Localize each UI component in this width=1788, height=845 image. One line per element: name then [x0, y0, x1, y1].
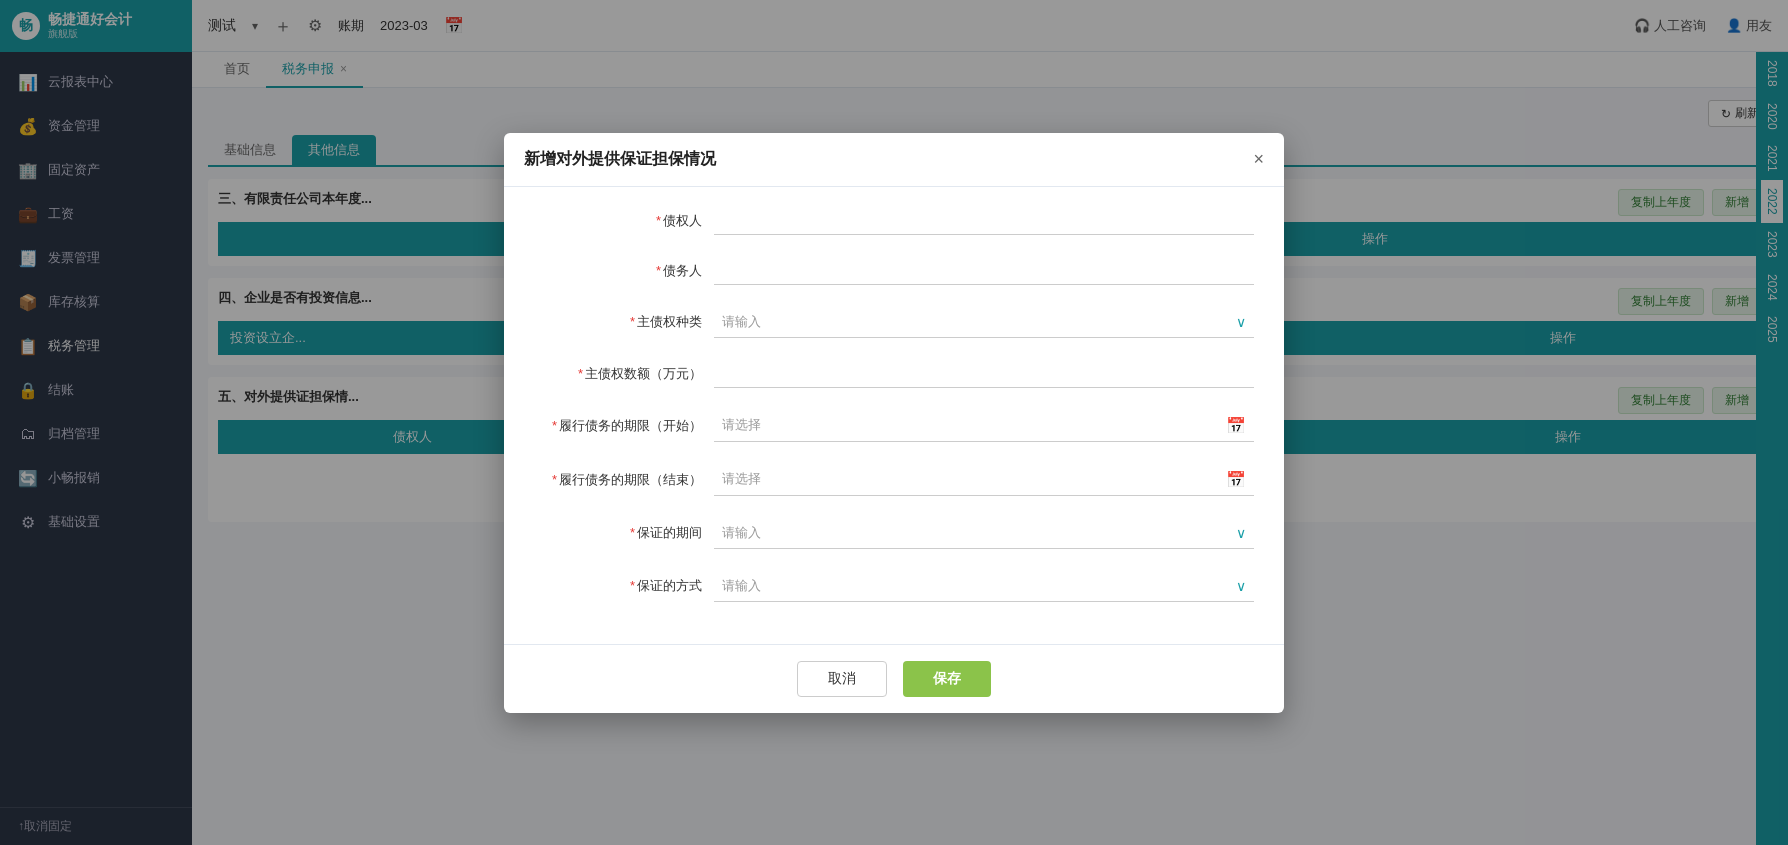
required-mark-period-end: * [552, 472, 557, 487]
required-mark-debtor: * [656, 263, 661, 278]
form-row-period-start: *履行债务的期限（开始） 请选择 📅 [534, 410, 1254, 442]
dialog-close-button[interactable]: × [1253, 150, 1264, 168]
form-label-guarantee-method: *保证的方式 [534, 577, 714, 595]
guarantee-method-select[interactable]: 请输入 ∨ [714, 571, 1254, 602]
period-start-calendar-icon[interactable]: 📅 [1226, 416, 1246, 435]
guarantee-period-select[interactable]: 请输入 ∨ [714, 518, 1254, 549]
guarantee-method-placeholder: 请输入 [722, 577, 761, 595]
creditor-input[interactable] [714, 207, 1254, 235]
form-label-debtor: *债务人 [534, 262, 714, 280]
save-button[interactable]: 保存 [903, 661, 991, 697]
form-row-guarantee-period: *保证的期间 请输入 ∨ [534, 518, 1254, 549]
form-label-claim-type: *主债权种类 [534, 313, 714, 331]
period-start-placeholder: 请选择 [722, 416, 761, 434]
dialog-overlay: 新增对外提供保证担保情况 × *债权人 *债务人 *主债权种类 [0, 0, 1788, 845]
form-label-period-start: *履行债务的期限（开始） [534, 417, 714, 435]
debtor-input[interactable] [714, 257, 1254, 285]
guarantee-period-chevron-icon: ∨ [1236, 525, 1246, 541]
claim-type-select[interactable]: 请输入 ∨ [714, 307, 1254, 338]
dialog-header: 新增对外提供保证担保情况 × [504, 133, 1284, 187]
form-label-period-end: *履行债务的期限（结束） [534, 471, 714, 489]
form-row-debtor: *债务人 [534, 257, 1254, 285]
dialog-title: 新增对外提供保证担保情况 [524, 149, 716, 170]
form-row-guarantee-method: *保证的方式 请输入 ∨ [534, 571, 1254, 602]
period-end-container: 请选择 📅 [714, 464, 1254, 496]
required-mark-guarantee-method: * [630, 578, 635, 593]
required-mark-guarantee-period: * [630, 525, 635, 540]
required-mark-creditor: * [656, 213, 661, 228]
claim-amount-input[interactable] [714, 360, 1254, 388]
required-mark-claim-amount: * [578, 366, 583, 381]
dialog-footer: 取消 保存 [504, 644, 1284, 713]
dialog-body: *债权人 *债务人 *主债权种类 请输入 ∨ [504, 187, 1284, 644]
form-row-claim-amount: *主债权数额（万元） [534, 360, 1254, 388]
form-label-creditor: *债权人 [534, 212, 714, 230]
form-row-creditor: *债权人 [534, 207, 1254, 235]
form-row-claim-type: *主债权种类 请输入 ∨ [534, 307, 1254, 338]
period-end-placeholder: 请选择 [722, 470, 761, 488]
cancel-button[interactable]: 取消 [797, 661, 887, 697]
claim-type-chevron-icon: ∨ [1236, 314, 1246, 330]
period-start-container: 请选择 📅 [714, 410, 1254, 442]
form-row-period-end: *履行债务的期限（结束） 请选择 📅 [534, 464, 1254, 496]
claim-type-placeholder: 请输入 [722, 313, 761, 331]
required-mark-period-start: * [552, 418, 557, 433]
required-mark-claim-type: * [630, 314, 635, 329]
form-label-guarantee-period: *保证的期间 [534, 524, 714, 542]
guarantee-period-placeholder: 请输入 [722, 524, 761, 542]
form-label-claim-amount: *主债权数额（万元） [534, 365, 714, 383]
period-end-calendar-icon[interactable]: 📅 [1226, 470, 1246, 489]
guarantee-method-chevron-icon: ∨ [1236, 578, 1246, 594]
dialog: 新增对外提供保证担保情况 × *债权人 *债务人 *主债权种类 [504, 133, 1284, 713]
